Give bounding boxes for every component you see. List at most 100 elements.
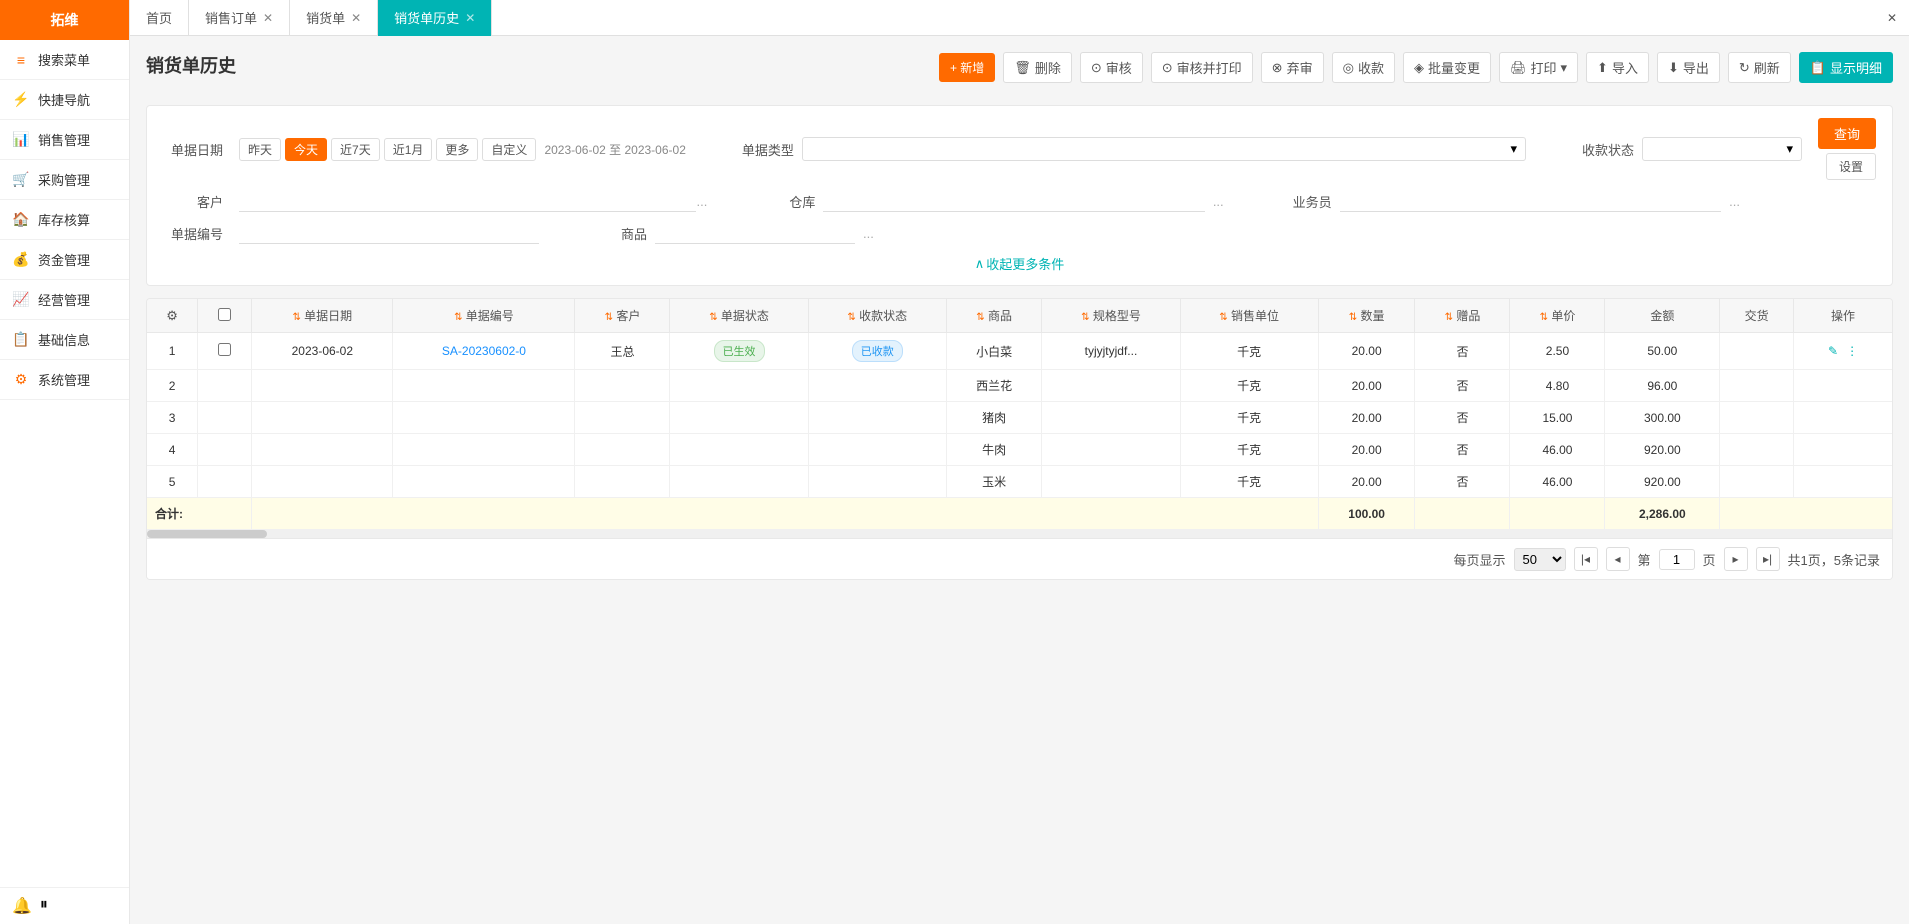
goods-ellipsis[interactable]: ... <box>863 226 874 241</box>
row-spec <box>1042 402 1180 434</box>
col-payment-status[interactable]: ⇅ 收款状态 <box>808 299 946 333</box>
col-doc-date[interactable]: ⇅ 单据日期 <box>252 299 393 333</box>
audit-button[interactable]: ⊙ 审核 <box>1080 52 1143 83</box>
col-gift[interactable]: ⇅ 赠品 <box>1415 299 1510 333</box>
warehouse-input[interactable] <box>823 190 1204 212</box>
staff-label: 业务员 <box>1272 192 1332 211</box>
refresh-button[interactable]: ↻ 刷新 <box>1728 52 1791 83</box>
new-button[interactable]: + 新增 <box>939 53 995 82</box>
batch-change-button[interactable]: ◈ 批量变更 <box>1403 52 1491 83</box>
row-checkbox[interactable] <box>198 434 252 466</box>
close-all-tabs[interactable]: ✕ <box>1875 11 1909 25</box>
doc-no-input[interactable] <box>239 222 539 244</box>
show-detail-button[interactable]: 📋 显示明细 <box>1799 52 1893 83</box>
row-checkbox[interactable] <box>198 333 252 370</box>
col-doc-no[interactable]: ⇅ 单据编号 <box>393 299 575 333</box>
tab-sales-goods[interactable]: 销货单 ✕ <box>290 0 378 36</box>
collapse-button[interactable]: ∧ 收起更多条件 <box>975 254 1065 273</box>
row-doc-no <box>393 402 575 434</box>
row-doc-date <box>252 466 393 498</box>
date-btn-custom[interactable]: 自定义 <box>482 138 536 161</box>
row-action: ✎⋮ <box>1794 333 1892 370</box>
row-checkbox[interactable] <box>198 466 252 498</box>
delete-button[interactable]: 🗑 删除 <box>1003 52 1072 83</box>
col-spec[interactable]: ⇅ 规格型号 <box>1042 299 1180 333</box>
abandon-icon: ⊗ <box>1272 60 1283 76</box>
customer-ellipsis[interactable]: ... <box>696 194 707 209</box>
more-action[interactable]: ⋮ <box>1842 342 1862 360</box>
row-checkbox[interactable] <box>198 402 252 434</box>
row-checkbox[interactable] <box>198 370 252 402</box>
col-doc-status[interactable]: ⇅ 单据状态 <box>670 299 808 333</box>
next-page-button[interactable]: ▸ <box>1724 547 1748 571</box>
notification-icon[interactable]: 🔔 <box>12 896 32 916</box>
audit-print-icon: ⊙ <box>1162 60 1173 76</box>
tab-home[interactable]: 首页 <box>130 0 189 36</box>
sidebar-item-system-mgmt[interactable]: ⚙ 系统管理 <box>0 360 129 400</box>
date-btn-today[interactable]: 今天 <box>285 138 327 161</box>
date-btn-more[interactable]: 更多 <box>436 138 478 161</box>
sidebar-item-fund-mgmt[interactable]: 💰 资金管理 <box>0 240 129 280</box>
import-button[interactable]: ⬆ 导入 <box>1586 52 1649 83</box>
col-goods[interactable]: ⇅ 商品 <box>946 299 1041 333</box>
sidebar-item-label: 销售管理 <box>38 130 90 149</box>
setting-button[interactable]: 设置 <box>1826 153 1876 180</box>
col-customer[interactable]: ⇅ 客户 <box>575 299 670 333</box>
export-button[interactable]: ⬇ 导出 <box>1657 52 1720 83</box>
select-all-checkbox[interactable] <box>218 308 231 321</box>
first-page-button[interactable]: |◂ <box>1574 547 1598 571</box>
customer-input[interactable] <box>239 190 696 212</box>
payment-status-select[interactable]: ▾ <box>1642 137 1802 161</box>
horizontal-scrollbar[interactable] <box>147 530 1892 538</box>
table-row: 5 玉米 千克 20.00 否 46.00 920.00 <box>147 466 1892 498</box>
scrollbar-thumb[interactable] <box>147 530 267 538</box>
col-price[interactable]: ⇅ 单价 <box>1510 299 1605 333</box>
doc-type-select[interactable]: ▾ <box>802 137 1526 161</box>
table-gear-icon[interactable]: ⚙ <box>166 308 178 323</box>
warehouse-ellipsis[interactable]: ... <box>1213 194 1224 209</box>
tab-sales-order[interactable]: 销售订单 ✕ <box>189 0 290 36</box>
collect-icon: ◎ <box>1343 60 1354 76</box>
query-button[interactable]: 查询 <box>1818 118 1876 149</box>
col-trade: 交货 <box>1720 299 1794 333</box>
goods-input[interactable] <box>655 222 855 244</box>
sidebar-item-purchase-mgmt[interactable]: 🛒 采购管理 <box>0 160 129 200</box>
date-btn-yesterday[interactable]: 昨天 <box>239 138 281 161</box>
staff-ellipsis[interactable]: ... <box>1729 194 1740 209</box>
sidebar-item-quick-nav[interactable]: ⚡ 快捷导航 <box>0 80 129 120</box>
row-amount: 300.00 <box>1605 402 1720 434</box>
audit-print-button[interactable]: ⊙ 审核并打印 <box>1151 52 1253 83</box>
close-tab-sales-history[interactable]: ✕ <box>465 11 475 25</box>
print-button[interactable]: 🖨 打印 ▾ <box>1499 52 1578 83</box>
sidebar-item-sales-mgmt[interactable]: 📊 销售管理 <box>0 120 129 160</box>
date-btn-7days[interactable]: 近7天 <box>331 138 380 161</box>
staff-input[interactable] <box>1340 190 1721 212</box>
pause-icon[interactable]: ⏸ <box>40 896 48 916</box>
sidebar-item-inventory-calc[interactable]: 🏠 库存核算 <box>0 200 129 240</box>
collect-button[interactable]: ◎ 收款 <box>1332 52 1395 83</box>
per-page-select[interactable]: 50 100 200 <box>1514 548 1566 571</box>
row-check[interactable] <box>218 343 231 356</box>
date-btn-1month[interactable]: 近1月 <box>384 138 433 161</box>
col-qty[interactable]: ⇅ 数量 <box>1318 299 1415 333</box>
last-page-button[interactable]: ▸| <box>1756 547 1780 571</box>
sidebar-item-label: 基础信息 <box>38 330 90 349</box>
sort-icon: ⇅ <box>605 312 613 323</box>
basic-info-icon: 📋 <box>12 331 30 349</box>
sidebar-item-search-menu[interactable]: ≡ 搜索菜单 <box>0 40 129 80</box>
prev-page-button[interactable]: ◂ <box>1606 547 1630 571</box>
sidebar-item-operations-mgmt[interactable]: 📈 经营管理 <box>0 280 129 320</box>
col-gear[interactable]: ⚙ <box>147 299 198 333</box>
sidebar-item-basic-info[interactable]: 📋 基础信息 <box>0 320 129 360</box>
close-tab-sales-goods[interactable]: ✕ <box>351 11 361 25</box>
col-unit[interactable]: ⇅ 销售单位 <box>1180 299 1318 333</box>
close-tab-sales-order[interactable]: ✕ <box>263 11 273 25</box>
edit-action[interactable]: ✎ <box>1824 342 1842 360</box>
tab-sales-history[interactable]: 销货单历史 ✕ <box>378 0 492 36</box>
page-content: 销货单历史 + 新增 🗑 删除 ⊙ 审核 ⊙ 审核并打印 ⊗ 弃审 <box>130 36 1909 924</box>
payment-status-dropdown-icon: ▾ <box>1786 141 1793 157</box>
col-checkbox[interactable] <box>198 299 252 333</box>
page-number-input[interactable] <box>1659 549 1695 570</box>
row-doc-no[interactable]: SA-20230602-0 <box>393 333 575 370</box>
abandon-button[interactable]: ⊗ 弃审 <box>1261 52 1324 83</box>
